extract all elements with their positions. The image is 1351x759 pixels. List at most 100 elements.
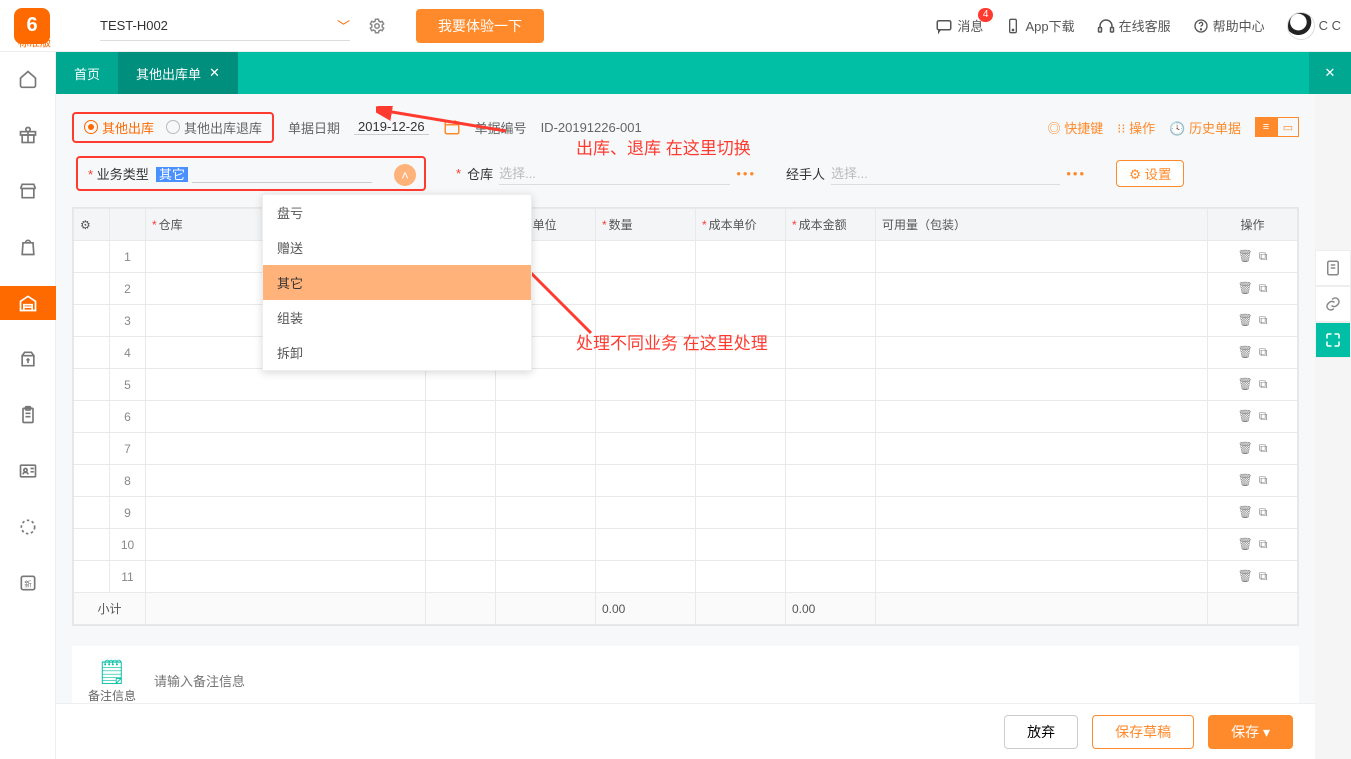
gear-icon[interactable]	[368, 17, 386, 35]
business-type-dropdown: 盘亏 赠送 其它 组装 拆卸	[262, 194, 532, 371]
nav-idcard-icon[interactable]	[0, 454, 56, 488]
nav-cycle-icon[interactable]	[0, 510, 56, 544]
delete-icon[interactable]: 🗑	[1238, 505, 1253, 519]
user-name: C C	[1319, 18, 1341, 33]
radio-return-label: 其他出库退库	[184, 118, 262, 137]
nav-clipboard-icon[interactable]	[0, 398, 56, 432]
business-type-value[interactable]: 其它	[156, 167, 188, 182]
delete-icon[interactable]: 🗑	[1238, 377, 1253, 391]
help-link[interactable]: 帮助中心	[1193, 16, 1265, 35]
delete-icon[interactable]: 🗑	[1238, 249, 1253, 263]
copy-icon[interactable]: ⧉	[1259, 473, 1268, 488]
delete-icon[interactable]: 🗑	[1238, 345, 1253, 359]
radio-return[interactable]: 其他出库退库	[166, 118, 262, 137]
discard-button[interactable]: 放弃	[1004, 715, 1078, 749]
remark-input[interactable]	[154, 674, 1283, 689]
copy-icon[interactable]: ⧉	[1259, 505, 1268, 520]
tab-home[interactable]: 首页	[56, 52, 118, 94]
table-row[interactable]: 1🗑⧉	[74, 241, 1298, 273]
col-gear[interactable]: ⚙	[74, 209, 110, 241]
messages-link[interactable]: 消息 4	[935, 16, 983, 35]
option-qita[interactable]: 其它	[263, 265, 531, 300]
delete-icon[interactable]: 🗑	[1238, 281, 1253, 295]
col-avail: 可用量（包装）	[876, 209, 1208, 241]
delete-icon[interactable]: 🗑	[1238, 313, 1253, 327]
tab-current[interactable]: 其他出库单 ✕	[118, 52, 238, 94]
copy-icon[interactable]: ⧉	[1259, 281, 1268, 296]
delete-icon[interactable]: 🗑	[1238, 441, 1253, 455]
copy-icon[interactable]: ⧉	[1259, 569, 1268, 584]
nav-gift-icon[interactable]	[0, 118, 56, 152]
messages-badge: 4	[978, 8, 994, 22]
radio-outbound-label: 其他出库	[102, 118, 154, 137]
warehouse-placeholder: 选择...	[499, 163, 730, 185]
chevron-up-icon[interactable]: ˄	[394, 164, 416, 186]
close-all-tabs[interactable]: ✕	[1309, 52, 1351, 94]
customer-service-link[interactable]: 在线客服	[1097, 16, 1171, 35]
note-icon[interactable]	[1315, 250, 1351, 286]
link-icon[interactable]	[1315, 286, 1351, 322]
docno-value: ID-20191226-001	[541, 120, 642, 135]
help-label: 帮助中心	[1213, 16, 1265, 35]
annotation-1: 出库、退库 在这里切换	[576, 134, 751, 159]
more-icon[interactable]: •••	[1066, 166, 1086, 181]
shortcut-link[interactable]: ◎ 快捷键	[1048, 118, 1104, 137]
table-row[interactable]: 11🗑⧉	[74, 561, 1298, 593]
view-list-icon[interactable]: ≡	[1255, 117, 1277, 137]
save-draft-button[interactable]: 保存草稿	[1092, 715, 1194, 749]
radio-outbound[interactable]: 其他出库	[84, 118, 154, 137]
copy-icon[interactable]: ⧉	[1259, 537, 1268, 552]
table-row[interactable]: 6🗑⧉	[74, 401, 1298, 433]
nav-warehouse-icon[interactable]	[0, 286, 56, 320]
save-button[interactable]: 保存 ▾	[1208, 715, 1293, 749]
experience-button[interactable]: 我要体验一下	[416, 9, 544, 43]
type-radio-group: 其他出库 其他出库退库	[72, 112, 274, 143]
org-selector[interactable]: TEST-H002 ﹀	[100, 11, 350, 41]
copy-icon[interactable]: ⧉	[1259, 409, 1268, 424]
option-zengsong[interactable]: 赠送	[263, 230, 531, 265]
col-price: *成本单价	[696, 209, 786, 241]
option-chai[interactable]: 拆卸	[263, 335, 531, 370]
delete-icon[interactable]: 🗑	[1238, 473, 1253, 487]
copy-icon[interactable]: ⧉	[1259, 345, 1268, 360]
copy-icon[interactable]: ⧉	[1259, 377, 1268, 392]
col-op: 操作	[1208, 209, 1298, 241]
svg-text:新: 新	[24, 578, 32, 588]
more-icon[interactable]: •••	[736, 166, 756, 181]
expand-icon[interactable]	[1315, 322, 1351, 358]
copy-icon[interactable]: ⧉	[1259, 441, 1268, 456]
data-table: ⚙ *仓库 号 *库存单位 *数量 *成本单价 *成本金额 可用量（包装） 操作…	[72, 207, 1299, 626]
table-row[interactable]: 5🗑⧉	[74, 369, 1298, 401]
nav-home-icon[interactable]	[0, 62, 56, 96]
option-zuzhuang[interactable]: 组装	[263, 300, 531, 335]
app-download-link[interactable]: App下载	[1005, 16, 1074, 35]
delete-icon[interactable]: 🗑	[1238, 569, 1253, 583]
left-nav: 新	[0, 52, 56, 759]
nav-money-icon[interactable]	[0, 342, 56, 376]
user-menu[interactable]: C C	[1287, 12, 1341, 40]
handler-placeholder: 选择...	[831, 163, 1060, 185]
copy-icon[interactable]: ⧉	[1259, 249, 1268, 264]
warehouse-field[interactable]: *仓库 选择... •••	[456, 163, 756, 185]
delete-icon[interactable]: 🗑	[1238, 537, 1253, 551]
subtotal-amount: 0.00	[786, 593, 876, 625]
history-link[interactable]: 🕓 历史单据	[1169, 118, 1241, 137]
view-grid-icon[interactable]: ▭	[1277, 117, 1299, 137]
col-qty: *数量	[596, 209, 696, 241]
handler-field[interactable]: 经手人 选择... •••	[786, 163, 1086, 185]
close-icon[interactable]: ✕	[209, 65, 220, 81]
table-row[interactable]: 8🗑⧉	[74, 465, 1298, 497]
table-row[interactable]: 10🗑⧉	[74, 529, 1298, 561]
nav-shop-icon[interactable]	[0, 174, 56, 208]
option-pankui[interactable]: 盘亏	[263, 195, 531, 230]
nav-new-icon[interactable]: 新	[0, 566, 56, 600]
copy-icon[interactable]: ⧉	[1259, 313, 1268, 328]
settings-button[interactable]: ⚙ 设置	[1116, 160, 1184, 187]
table-row[interactable]: 9🗑⧉	[74, 497, 1298, 529]
warehouse-label: 仓库	[467, 164, 493, 183]
table-row[interactable]: 2🗑⧉	[74, 273, 1298, 305]
table-row[interactable]: 7🗑⧉	[74, 433, 1298, 465]
nav-bag-icon[interactable]	[0, 230, 56, 264]
operate-link[interactable]: ⁝⁝ 操作	[1117, 118, 1155, 137]
delete-icon[interactable]: 🗑	[1238, 409, 1253, 423]
